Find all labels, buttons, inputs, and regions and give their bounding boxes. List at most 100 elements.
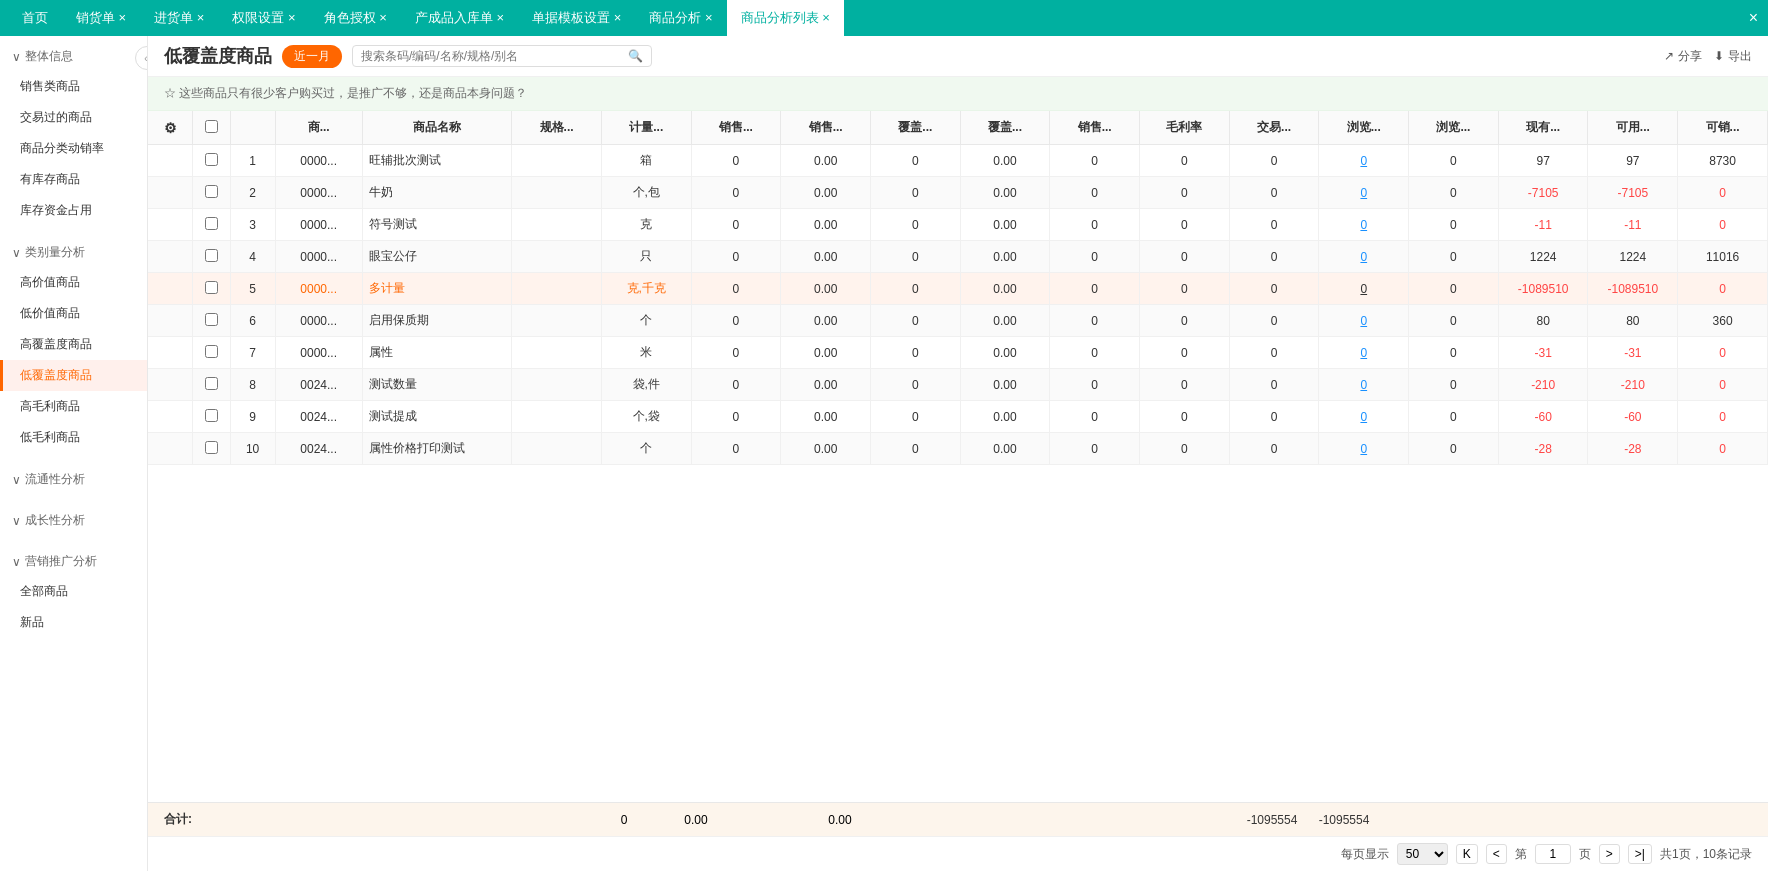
per-page-label: 每页显示 xyxy=(1341,846,1389,863)
row-cover1: 0 xyxy=(870,305,960,337)
nav-item[interactable]: 商品分析 × xyxy=(635,0,726,36)
row-margin: 0 xyxy=(1140,273,1230,305)
row-num: 8 xyxy=(230,369,275,401)
row-browse1[interactable]: 0 xyxy=(1319,241,1409,273)
sidebar-item[interactable]: 低覆盖度商品 xyxy=(0,360,147,391)
row-browse2: 0 xyxy=(1409,337,1499,369)
share-button[interactable]: ↗ 分享 xyxy=(1664,48,1702,65)
row-stock2: -31 xyxy=(1588,337,1678,369)
sidebar-group-title[interactable]: ∨ 流通性分析 xyxy=(0,465,147,494)
sidebar-item[interactable]: 高毛利商品 xyxy=(0,391,147,422)
select-all-checkbox[interactable] xyxy=(205,120,218,133)
row-browse2: 0 xyxy=(1409,145,1499,177)
row-browse1[interactable]: 0 xyxy=(1319,305,1409,337)
column-header-trade: 交易... xyxy=(1229,111,1319,145)
column-header-cover2: 覆盖... xyxy=(960,111,1050,145)
close-button[interactable]: × xyxy=(1749,9,1758,27)
export-label: 导出 xyxy=(1728,48,1752,65)
column-settings-icon[interactable]: ⚙ xyxy=(164,120,177,136)
row-cover2: 0.00 xyxy=(960,209,1050,241)
footer-stock1: -1095554 xyxy=(1236,813,1308,827)
sidebar-item[interactable]: 高覆盖度商品 xyxy=(0,329,147,360)
search-input[interactable] xyxy=(361,49,624,63)
sidebar-item[interactable]: 新品 xyxy=(0,607,147,638)
sidebar-item[interactable]: 低价值商品 xyxy=(0,298,147,329)
row-checkbox[interactable] xyxy=(205,249,218,262)
nav-item[interactable]: 进货单 × xyxy=(140,0,218,36)
search-box: 🔍 xyxy=(352,45,652,67)
prev-page-button[interactable]: < xyxy=(1486,844,1507,864)
row-unit: 克,千克 xyxy=(601,273,691,305)
export-button[interactable]: ⬇ 导出 xyxy=(1714,48,1752,65)
row-browse1[interactable]: 0 xyxy=(1319,369,1409,401)
row-settings xyxy=(148,337,193,369)
row-browse1[interactable]: 0 xyxy=(1319,337,1409,369)
row-spec xyxy=(512,401,602,433)
row-checkbox[interactable] xyxy=(205,409,218,422)
nav-item[interactable]: 首页 xyxy=(8,0,62,36)
sidebar-item[interactable]: 有库存商品 xyxy=(0,164,147,195)
row-name: 旺辅批次测试 xyxy=(362,145,511,177)
row-checkbox[interactable] xyxy=(205,377,218,390)
table-row: 20000...牛奶个,包00.0000.0000000-7105-71050 xyxy=(148,177,1768,209)
sidebar-group-title[interactable]: ∨ 成长性分析 xyxy=(0,506,147,535)
row-checkbox[interactable] xyxy=(205,441,218,454)
page-number-input[interactable] xyxy=(1535,844,1571,864)
sidebar-item[interactable]: 交易过的商品 xyxy=(0,102,147,133)
row-checkbox[interactable] xyxy=(205,313,218,326)
first-page-button[interactable]: K xyxy=(1456,844,1478,864)
footer-cover2: 0.00 xyxy=(804,813,876,827)
row-browse1[interactable]: 0 xyxy=(1319,177,1409,209)
row-checkbox[interactable] xyxy=(205,217,218,230)
row-cover2: 0.00 xyxy=(960,401,1050,433)
nav-item[interactable]: 权限设置 × xyxy=(218,0,309,36)
sidebar-item[interactable]: 库存资金占用 xyxy=(0,195,147,226)
row-browse1[interactable]: 0 xyxy=(1319,273,1409,305)
row-sales2: 0.00 xyxy=(781,145,871,177)
per-page-select[interactable]: 50 100 200 xyxy=(1397,843,1448,865)
row-browse1[interactable]: 0 xyxy=(1319,401,1409,433)
time-filter-button[interactable]: 近一月 xyxy=(282,45,342,68)
row-checkbox[interactable] xyxy=(205,281,218,294)
row-sales3: 0 xyxy=(1050,433,1140,465)
row-cover2: 0.00 xyxy=(960,433,1050,465)
row-code: 0000... xyxy=(275,241,362,273)
sidebar-item[interactable]: 高价值商品 xyxy=(0,267,147,298)
sidebar-item[interactable]: 低毛利商品 xyxy=(0,422,147,453)
row-checkbox[interactable] xyxy=(205,153,218,166)
nav-item[interactable]: 产成品入库单 × xyxy=(401,0,518,36)
next-page-button[interactable]: > xyxy=(1599,844,1620,864)
row-checkbox[interactable] xyxy=(205,345,218,358)
sidebar-item[interactable]: 商品分类动销率 xyxy=(0,133,147,164)
row-spec xyxy=(512,177,602,209)
row-browse1[interactable]: 0 xyxy=(1319,433,1409,465)
row-sales1: 0 xyxy=(691,177,781,209)
row-num: 6 xyxy=(230,305,275,337)
last-page-button[interactable]: >| xyxy=(1628,844,1652,864)
row-browse1[interactable]: 0 xyxy=(1319,209,1409,241)
sidebar-group-title[interactable]: ∨ 整体信息 xyxy=(0,42,147,71)
column-header-stock2: 可用... xyxy=(1588,111,1678,145)
sidebar-item[interactable]: 销售类商品 xyxy=(0,71,147,102)
sidebar-item[interactable]: 全部商品 xyxy=(0,576,147,607)
sidebar-group-title[interactable]: ∨ 营销推广分析 xyxy=(0,547,147,576)
nav-item[interactable]: 角色授权 × xyxy=(310,0,401,36)
column-header-cover1: 覆盖... xyxy=(870,111,960,145)
row-stock3: 0 xyxy=(1678,433,1768,465)
row-settings xyxy=(148,369,193,401)
row-code: 0024... xyxy=(275,369,362,401)
nav-item[interactable]: 商品分析列表 × xyxy=(727,0,844,36)
row-cover1: 0 xyxy=(870,369,960,401)
row-stock3: 0 xyxy=(1678,369,1768,401)
row-sales3: 0 xyxy=(1050,305,1140,337)
row-margin: 0 xyxy=(1140,145,1230,177)
sidebar-group-title[interactable]: ∨ 类别量分析 xyxy=(0,238,147,267)
row-num: 4 xyxy=(230,241,275,273)
row-checkbox[interactable] xyxy=(205,185,218,198)
nav-item[interactable]: 单据模板设置 × xyxy=(518,0,635,36)
row-stock3: 8730 xyxy=(1678,145,1768,177)
row-unit: 个,包 xyxy=(601,177,691,209)
row-browse1[interactable]: 0 xyxy=(1319,145,1409,177)
nav-item[interactable]: 销货单 × xyxy=(62,0,140,36)
footer-margin xyxy=(948,813,1020,827)
